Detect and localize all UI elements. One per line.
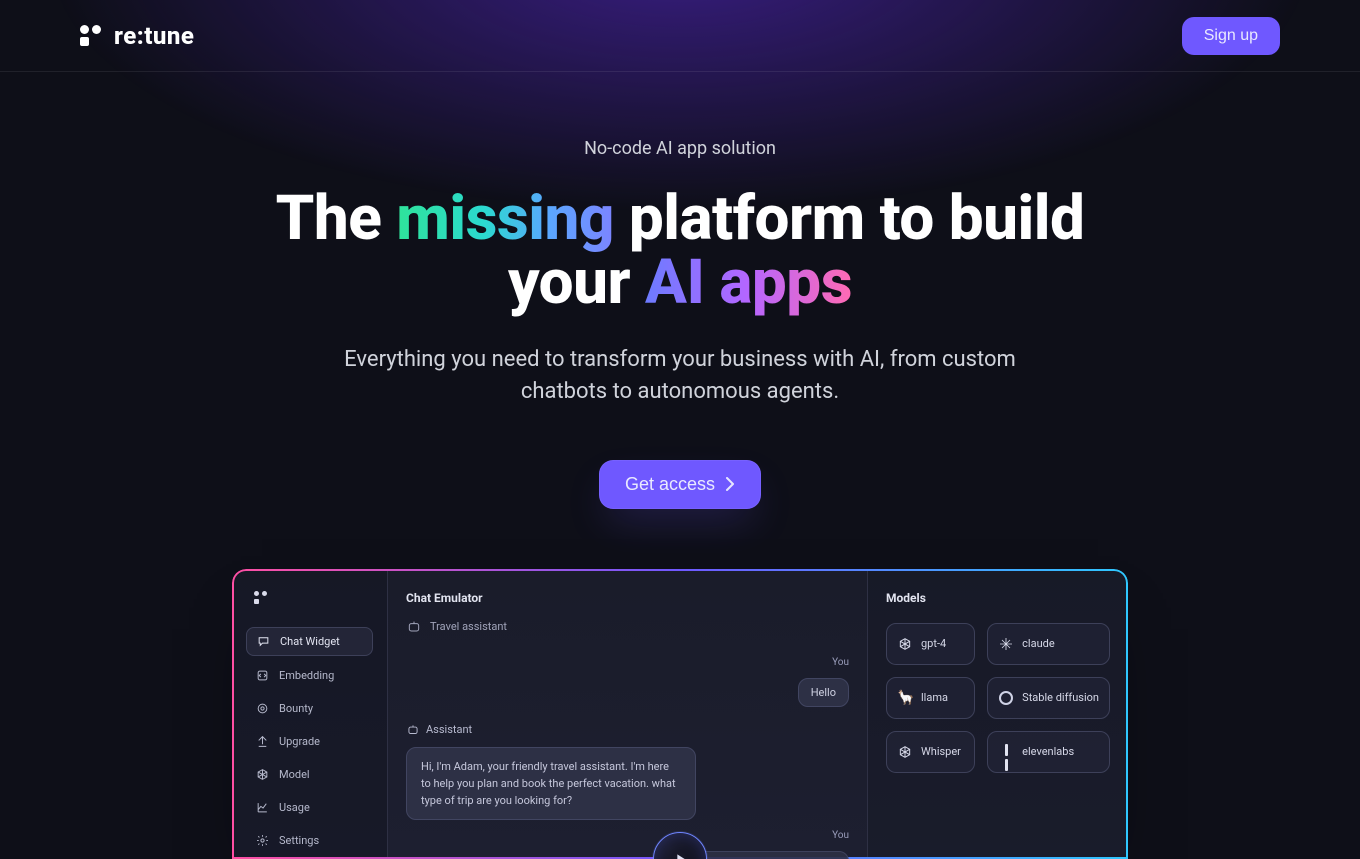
brand-name: re:tune (114, 22, 194, 50)
chevron-right-icon (725, 477, 735, 491)
models-title: Models (886, 591, 1110, 605)
model-stable-diffusion[interactable]: Stable diffusion (987, 677, 1110, 719)
model-label: gpt-4 (921, 637, 946, 650)
hero-title: The missing platform to build your AI ap… (230, 187, 1130, 316)
sidebar-item-label: Upgrade (279, 735, 320, 748)
mini-logo-icon (254, 591, 268, 605)
site-header: re:tune Sign up (0, 0, 1360, 72)
bars-icon (998, 744, 1014, 760)
model-label: llama (921, 691, 948, 704)
openai-icon (897, 744, 913, 760)
sidebar-item-bounty[interactable]: Bounty (246, 695, 373, 722)
model-label: elevenlabs (1022, 745, 1074, 758)
hero-title-gradient-2: AI apps (645, 246, 852, 319)
cta-label: Get access (625, 474, 715, 495)
agent-name: Travel assistant (430, 620, 507, 633)
you-label: You (832, 657, 849, 668)
hero-section: No-code AI app solution The missing plat… (0, 72, 1360, 509)
dashboard-preview-wrap: Chat Widget Embedding Bounty Upgrad (0, 509, 1360, 859)
sidebar-item-label: Chat Widget (280, 635, 340, 648)
brand[interactable]: re:tune (80, 22, 194, 50)
assistant-message: Hi, I'm Adam, your friendly travel assis… (406, 747, 696, 820)
embedding-icon (256, 669, 269, 682)
hero-title-gradient-1: missing (396, 182, 614, 255)
model-gpt-4[interactable]: gpt-4 (886, 623, 975, 665)
model-label: Whisper (921, 745, 961, 758)
sparkle-icon (998, 636, 1014, 652)
model-icon (256, 768, 269, 781)
sidebar-item-label: Model (279, 768, 310, 781)
sidebar-item-label: Bounty (279, 702, 313, 715)
models-grid: gpt-4 claude 🦙 llama (886, 623, 1110, 773)
chat-emulator-panel: Chat Emulator Travel assistant You Hello (388, 569, 868, 859)
user-message-2: some help narrowing down (691, 851, 849, 859)
sidebar-item-settings[interactable]: Settings (246, 827, 373, 854)
sidebar-item-label: Settings (279, 834, 319, 847)
hero-subhead: Everything you need to transform your bu… (320, 344, 1040, 408)
assistant-role: Assistant (426, 723, 472, 736)
sidebar-item-upgrade[interactable]: Upgrade (246, 728, 373, 755)
model-elevenlabs[interactable]: elevenlabs (987, 731, 1110, 773)
assistant-header: Assistant (406, 723, 849, 737)
model-whisper[interactable]: Whisper (886, 731, 975, 773)
chat-title: Chat Emulator (406, 591, 849, 605)
llama-icon: 🦙 (897, 690, 913, 706)
assistant-icon (406, 723, 420, 737)
sidebar-item-embedding[interactable]: Embedding (246, 662, 373, 689)
sidebar-item-usage[interactable]: Usage (246, 794, 373, 821)
sidebar-nav: Chat Widget Embedding Bounty Upgrad (246, 627, 373, 854)
get-access-button[interactable]: Get access (599, 460, 761, 509)
sidebar-item-chat-widget[interactable]: Chat Widget (246, 627, 373, 656)
sidebar-item-label: Embedding (279, 669, 334, 682)
hero-title-part-1: The (276, 182, 397, 255)
you-label-2: You (832, 830, 849, 841)
hero-eyebrow: No-code AI app solution (80, 138, 1280, 159)
agent-name-row: Travel assistant (406, 619, 849, 635)
play-icon (672, 851, 688, 859)
usage-icon (256, 801, 269, 814)
openai-icon (897, 636, 913, 652)
ring-icon (998, 690, 1014, 706)
models-panel: Models gpt-4 claude (868, 569, 1128, 859)
sidebar-item-model[interactable]: Model (246, 761, 373, 788)
bounty-icon (256, 702, 269, 715)
messages: You Hello Assistant Hi, I'm Adam, your f… (406, 657, 849, 859)
model-label: claude (1022, 637, 1055, 650)
settings-icon (256, 834, 269, 847)
sign-up-button[interactable]: Sign up (1182, 17, 1280, 55)
dashboard-preview: Chat Widget Embedding Bounty Upgrad (232, 569, 1128, 859)
agent-icon (406, 619, 422, 635)
model-label: Stable diffusion (1022, 691, 1099, 704)
sidebar-item-label: Usage (279, 801, 310, 814)
chat-icon (257, 635, 270, 648)
dashboard-sidebar: Chat Widget Embedding Bounty Upgrad (232, 569, 388, 859)
model-llama[interactable]: 🦙 llama (886, 677, 975, 719)
user-message-1: Hello (798, 678, 849, 707)
upgrade-icon (256, 735, 269, 748)
model-claude[interactable]: claude (987, 623, 1110, 665)
brand-logo-icon (80, 25, 102, 47)
